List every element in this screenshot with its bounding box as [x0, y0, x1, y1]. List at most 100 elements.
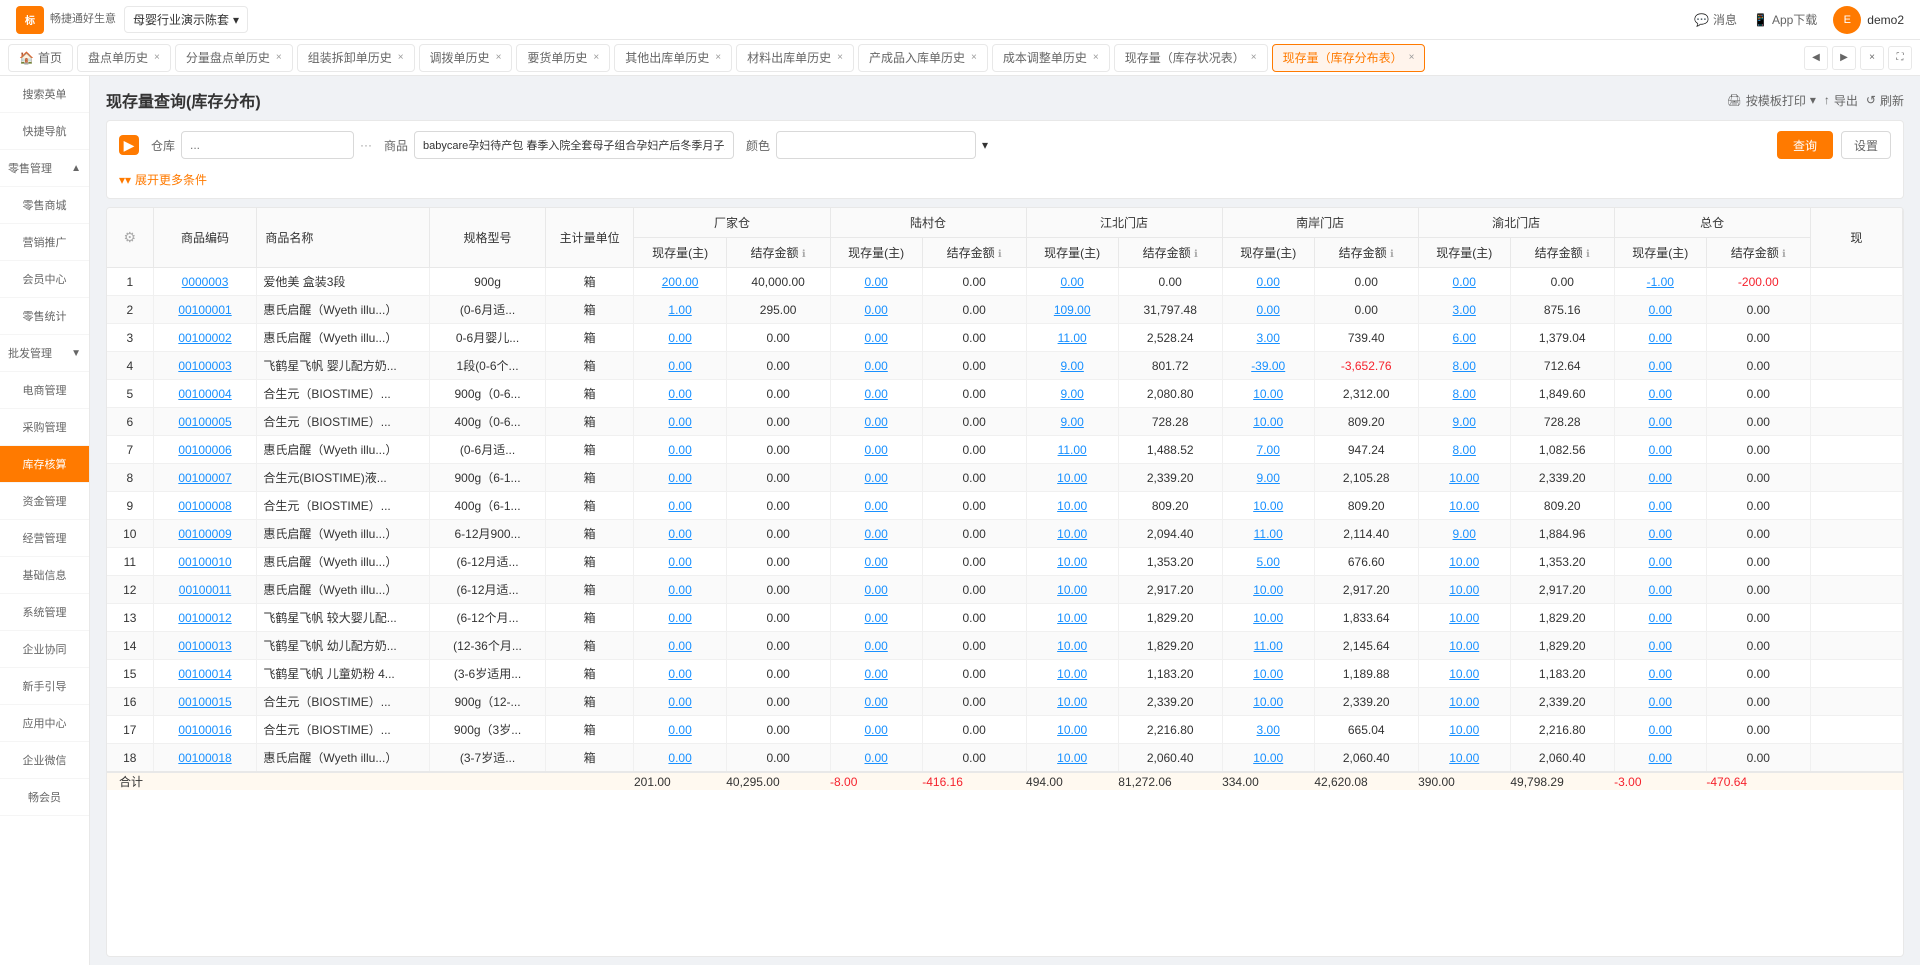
row-jb-qty[interactable]: 109.00 — [1026, 296, 1118, 324]
row-code[interactable]: 00100008 — [153, 492, 257, 520]
row-jb-qty[interactable]: 10.00 — [1026, 632, 1118, 660]
tab-sub-inventory[interactable]: 分量盘点单历史 × — [175, 44, 293, 72]
row-na-qty[interactable]: 11.00 — [1222, 632, 1314, 660]
row-jb-qty[interactable]: 10.00 — [1026, 492, 1118, 520]
row-jb-qty[interactable]: 11.00 — [1026, 324, 1118, 352]
row-jb-qty[interactable]: 10.00 — [1026, 660, 1118, 688]
tab-assembly[interactable]: 组装拆卸单历史 × — [297, 44, 415, 72]
row-yb-qty[interactable]: 8.00 — [1418, 436, 1510, 464]
tab-stock-distribution[interactable]: 现存量（库存分布表） × — [1272, 44, 1426, 72]
row-code[interactable]: 00100002 — [153, 324, 257, 352]
sidebar-item-enterprise[interactable]: 企业协同 — [0, 631, 89, 668]
row-zc-qty[interactable]: 0.00 — [1614, 660, 1706, 688]
row-lc-qty[interactable]: 0.00 — [830, 632, 922, 660]
row-yb-qty[interactable]: 10.00 — [1418, 604, 1510, 632]
print-button[interactable]: 🖨 按模板打印 ▾ — [1727, 92, 1816, 109]
close-icon[interactable]: × — [398, 52, 404, 63]
row-yb-qty[interactable]: 10.00 — [1418, 548, 1510, 576]
row-fc-qty[interactable]: 0.00 — [634, 408, 726, 436]
row-code[interactable]: 00100006 — [153, 436, 257, 464]
row-jb-qty[interactable]: 10.00 — [1026, 520, 1118, 548]
row-yb-qty[interactable]: 10.00 — [1418, 660, 1510, 688]
row-code[interactable]: 00100001 — [153, 296, 257, 324]
row-na-qty[interactable]: 3.00 — [1222, 324, 1314, 352]
row-zc-qty[interactable]: 0.00 — [1614, 352, 1706, 380]
row-na-qty[interactable]: 0.00 — [1222, 268, 1314, 296]
info-icon[interactable]: ℹ — [1390, 249, 1394, 260]
row-jb-qty[interactable]: 0.00 — [1026, 268, 1118, 296]
info-icon[interactable]: ℹ — [1194, 249, 1198, 260]
row-code[interactable]: 0000003 — [153, 268, 257, 296]
color-input[interactable] — [776, 131, 976, 159]
row-zc-qty[interactable]: 0.00 — [1614, 604, 1706, 632]
goods-input[interactable] — [414, 131, 734, 159]
row-na-qty[interactable]: 10.00 — [1222, 688, 1314, 716]
info-icon[interactable]: ℹ — [802, 249, 806, 260]
row-code[interactable]: 00100018 — [153, 744, 257, 773]
export-button[interactable]: ↑ 导出 — [1824, 92, 1858, 109]
row-zc-qty[interactable]: 0.00 — [1614, 408, 1706, 436]
row-yb-qty[interactable]: 10.00 — [1418, 716, 1510, 744]
sidebar-item-retail-stats[interactable]: 零售统计 — [0, 298, 89, 335]
row-jb-qty[interactable]: 10.00 — [1026, 548, 1118, 576]
row-lc-qty[interactable]: 0.00 — [830, 548, 922, 576]
tab-transfer[interactable]: 调拨单历史 × — [419, 44, 513, 72]
close-icon[interactable]: × — [715, 52, 721, 63]
row-zc-qty[interactable]: 0.00 — [1614, 380, 1706, 408]
row-yb-qty[interactable]: 3.00 — [1418, 296, 1510, 324]
row-fc-qty[interactable]: 0.00 — [634, 576, 726, 604]
row-yb-qty[interactable]: 6.00 — [1418, 324, 1510, 352]
close-icon[interactable]: × — [154, 52, 160, 63]
row-zc-qty[interactable]: -1.00 — [1614, 268, 1706, 296]
row-na-qty[interactable]: 10.00 — [1222, 380, 1314, 408]
query-button[interactable]: 查询 — [1777, 131, 1833, 159]
row-code[interactable]: 00100010 — [153, 548, 257, 576]
row-yb-qty[interactable]: 8.00 — [1418, 352, 1510, 380]
tab-inventory-count[interactable]: 盘点单历史 × — [77, 44, 171, 72]
row-code[interactable]: 00100013 — [153, 632, 257, 660]
close-icon[interactable]: × — [1409, 52, 1415, 63]
row-lc-qty[interactable]: 0.00 — [830, 604, 922, 632]
close-icon[interactable]: × — [593, 52, 599, 63]
close-icon[interactable]: × — [1093, 52, 1099, 63]
row-lc-qty[interactable]: 0.00 — [830, 380, 922, 408]
row-zc-qty[interactable]: 0.00 — [1614, 632, 1706, 660]
row-fc-qty[interactable]: 0.00 — [634, 716, 726, 744]
close-icon[interactable]: × — [971, 52, 977, 63]
row-na-qty[interactable]: 3.00 — [1222, 716, 1314, 744]
row-na-qty[interactable]: 10.00 — [1222, 604, 1314, 632]
row-fc-qty[interactable]: 1.00 — [634, 296, 726, 324]
close-icon[interactable]: × — [837, 52, 843, 63]
row-lc-qty[interactable]: 0.00 — [830, 744, 922, 773]
close-icon[interactable]: × — [496, 52, 502, 63]
row-fc-qty[interactable]: 0.00 — [634, 520, 726, 548]
row-na-qty[interactable]: 10.00 — [1222, 576, 1314, 604]
row-lc-qty[interactable]: 0.00 — [830, 660, 922, 688]
row-lc-qty[interactable]: 0.00 — [830, 436, 922, 464]
row-jb-qty[interactable]: 10.00 — [1026, 576, 1118, 604]
nav-close-button[interactable]: × — [1860, 46, 1884, 70]
row-na-qty[interactable]: 5.00 — [1222, 548, 1314, 576]
warehouse-input[interactable] — [181, 131, 354, 159]
row-yb-qty[interactable]: 10.00 — [1418, 688, 1510, 716]
user-area[interactable]: E demo2 — [1833, 6, 1904, 34]
close-icon[interactable]: × — [276, 52, 282, 63]
industry-select[interactable]: 母婴行业演示陈套 ▾ — [124, 6, 248, 33]
refresh-button[interactable]: ↺ 刷新 — [1866, 92, 1904, 109]
row-jb-qty[interactable]: 10.00 — [1026, 688, 1118, 716]
sidebar-item-member[interactable]: 会员中心 — [0, 261, 89, 298]
row-zc-qty[interactable]: 0.00 — [1614, 324, 1706, 352]
expand-toggle-button[interactable]: ▶ — [119, 135, 139, 155]
row-yb-qty[interactable]: 10.00 — [1418, 744, 1510, 773]
row-na-qty[interactable]: 9.00 — [1222, 464, 1314, 492]
row-fc-qty[interactable]: 0.00 — [634, 324, 726, 352]
row-lc-qty[interactable]: 0.00 — [830, 688, 922, 716]
row-na-qty[interactable]: 10.00 — [1222, 660, 1314, 688]
row-fc-qty[interactable]: 0.00 — [634, 436, 726, 464]
row-lc-qty[interactable]: 0.00 — [830, 520, 922, 548]
row-fc-qty[interactable]: 0.00 — [634, 688, 726, 716]
row-zc-qty[interactable]: 0.00 — [1614, 436, 1706, 464]
row-code[interactable]: 00100005 — [153, 408, 257, 436]
messages-button[interactable]: 💬 消息 — [1694, 11, 1737, 28]
row-fc-qty[interactable]: 0.00 — [634, 744, 726, 773]
